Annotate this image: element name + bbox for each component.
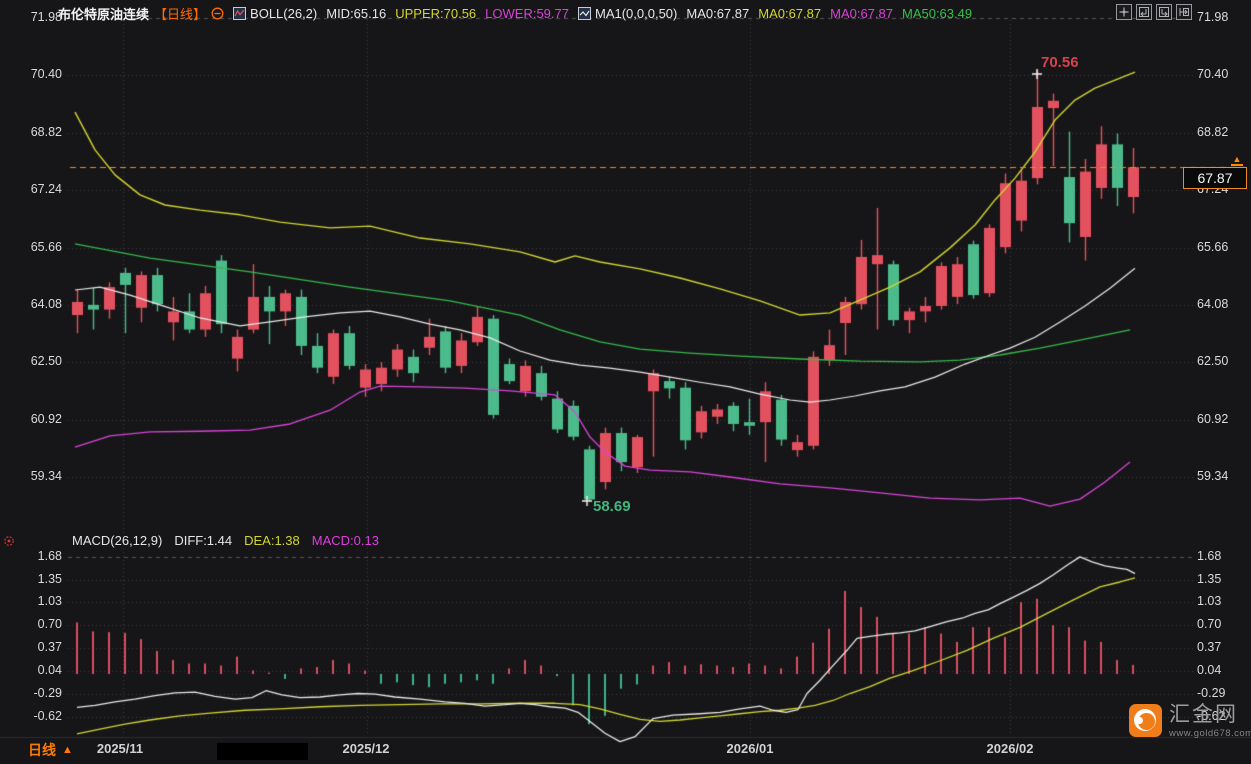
axis-label: 1.68 (37, 549, 62, 563)
boll-label: BOLL(26,2) (250, 6, 318, 21)
symbol-name: 布伦特原油连续 (58, 7, 150, 22)
axis-label: 65.66 (30, 240, 62, 254)
date-label: 2026/02 (986, 741, 1034, 756)
axis-label: 71.98 (30, 10, 62, 24)
low-price-annotation: 58.69 (593, 498, 631, 515)
macd-value: MACD:0.13 (311, 533, 379, 548)
axis-label: 68.82 (30, 125, 62, 139)
axis-label: 0.04 (1197, 663, 1222, 677)
axis-label: 64.08 (1197, 297, 1229, 311)
scale-right-icon[interactable] (1156, 4, 1172, 20)
logo-icon (1129, 704, 1162, 737)
ma-group-label: MA1(0,0,0,50) (594, 6, 678, 21)
axis-label: -0.29 (33, 686, 63, 700)
chart-header: 布伦特原油连续 【日线】 BOLL(26,2) MID:65.16 UPPER:… (58, 4, 972, 23)
axis-label: 67.24 (30, 182, 62, 196)
pan-icon[interactable] (1116, 4, 1132, 20)
period-arrow-icon: ▲ (62, 744, 73, 756)
axis-label: 70.40 (1197, 67, 1229, 81)
ma0-yellow-value: MA0:67.87 (758, 6, 822, 21)
boll-mid-value: MID:65.16 (326, 6, 387, 21)
boll-upper-value: UPPER:70.56 (395, 6, 477, 21)
axis-label: 62.50 (1197, 354, 1229, 368)
axis-label: 60.92 (30, 412, 62, 426)
date-label: 2026/01 (726, 741, 774, 756)
date-label: 2025/11 (96, 741, 144, 756)
axis-label: 1.68 (1197, 549, 1222, 563)
axis-label: -0.62 (33, 709, 63, 723)
axis-label: 0.04 (37, 663, 62, 677)
macd-dea-value: DEA:1.38 (244, 533, 300, 548)
trading-app: { "header": { "symbol": "布伦特原油连续", "peri… (0, 0, 1251, 764)
macd-label: MACD(26,12,9) (72, 533, 163, 548)
axis-label: 59.34 (1197, 469, 1229, 483)
axis-label: 1.03 (1197, 594, 1222, 608)
macd-header: MACD(26,12,9) DIFF:1.44 DEA:1.38 MACD:0.… (72, 533, 379, 548)
axis-label: 68.82 (1197, 125, 1229, 139)
shift-right-icon[interactable] (1176, 4, 1192, 20)
axis-label: 0.37 (1197, 640, 1222, 654)
axis-label: 59.34 (30, 469, 62, 483)
axis-label: 0.37 (37, 640, 62, 654)
scale-left-icon[interactable] (1136, 4, 1152, 20)
axis-label: 1.35 (1197, 572, 1222, 586)
chart-toolbar (1116, 4, 1192, 20)
ma50-value: MA50:63.49 (901, 6, 973, 21)
ma0-magenta-value: MA0:67.87 (830, 6, 893, 21)
period-tag[interactable]: 【日线】 (154, 4, 206, 23)
high-price-annotation: 70.56 (1041, 54, 1079, 71)
macd-diff-value: DIFF:1.44 (174, 533, 233, 548)
ma0-white-value: MA0:67.87 (686, 6, 750, 21)
period-selector[interactable]: 日线 ▲ (28, 740, 73, 760)
axis-label: 70.40 (30, 67, 62, 81)
axis-label: 0.70 (37, 617, 62, 631)
record-dot-icon[interactable] (3, 535, 15, 547)
ma-chart-icon[interactable] (577, 7, 591, 20)
axis-label: 1.03 (37, 594, 62, 608)
last-price-tag: 67.87 (1183, 167, 1247, 189)
axis-label: 1.35 (37, 572, 62, 586)
settings-circle-icon[interactable] (211, 7, 224, 20)
axis-label: 62.50 (30, 354, 62, 368)
redaction-bar (217, 743, 308, 760)
date-label: 2025/12 (342, 741, 390, 756)
axis-label: 0.70 (1197, 617, 1222, 631)
site-logo: 汇金网 www.gold678.com (1129, 704, 1251, 739)
axis-label: 60.92 (1197, 412, 1229, 426)
axis-label: 64.08 (30, 297, 62, 311)
axis-label: -0.29 (1197, 686, 1226, 700)
indicator-chart-icon[interactable] (233, 7, 247, 20)
boll-lower-value: LOWER:59.77 (485, 6, 569, 21)
logo-name: 汇金网 (1169, 703, 1238, 726)
period-label: 日线 (28, 742, 56, 758)
price-marker-arrow-icon[interactable]: ▲ (1231, 155, 1243, 166)
axis-label: 71.98 (1197, 10, 1229, 24)
candlestick-chart-canvas[interactable] (0, 0, 1251, 764)
logo-url: www.gold678.com (1169, 728, 1251, 739)
axis-label: 65.66 (1197, 240, 1229, 254)
